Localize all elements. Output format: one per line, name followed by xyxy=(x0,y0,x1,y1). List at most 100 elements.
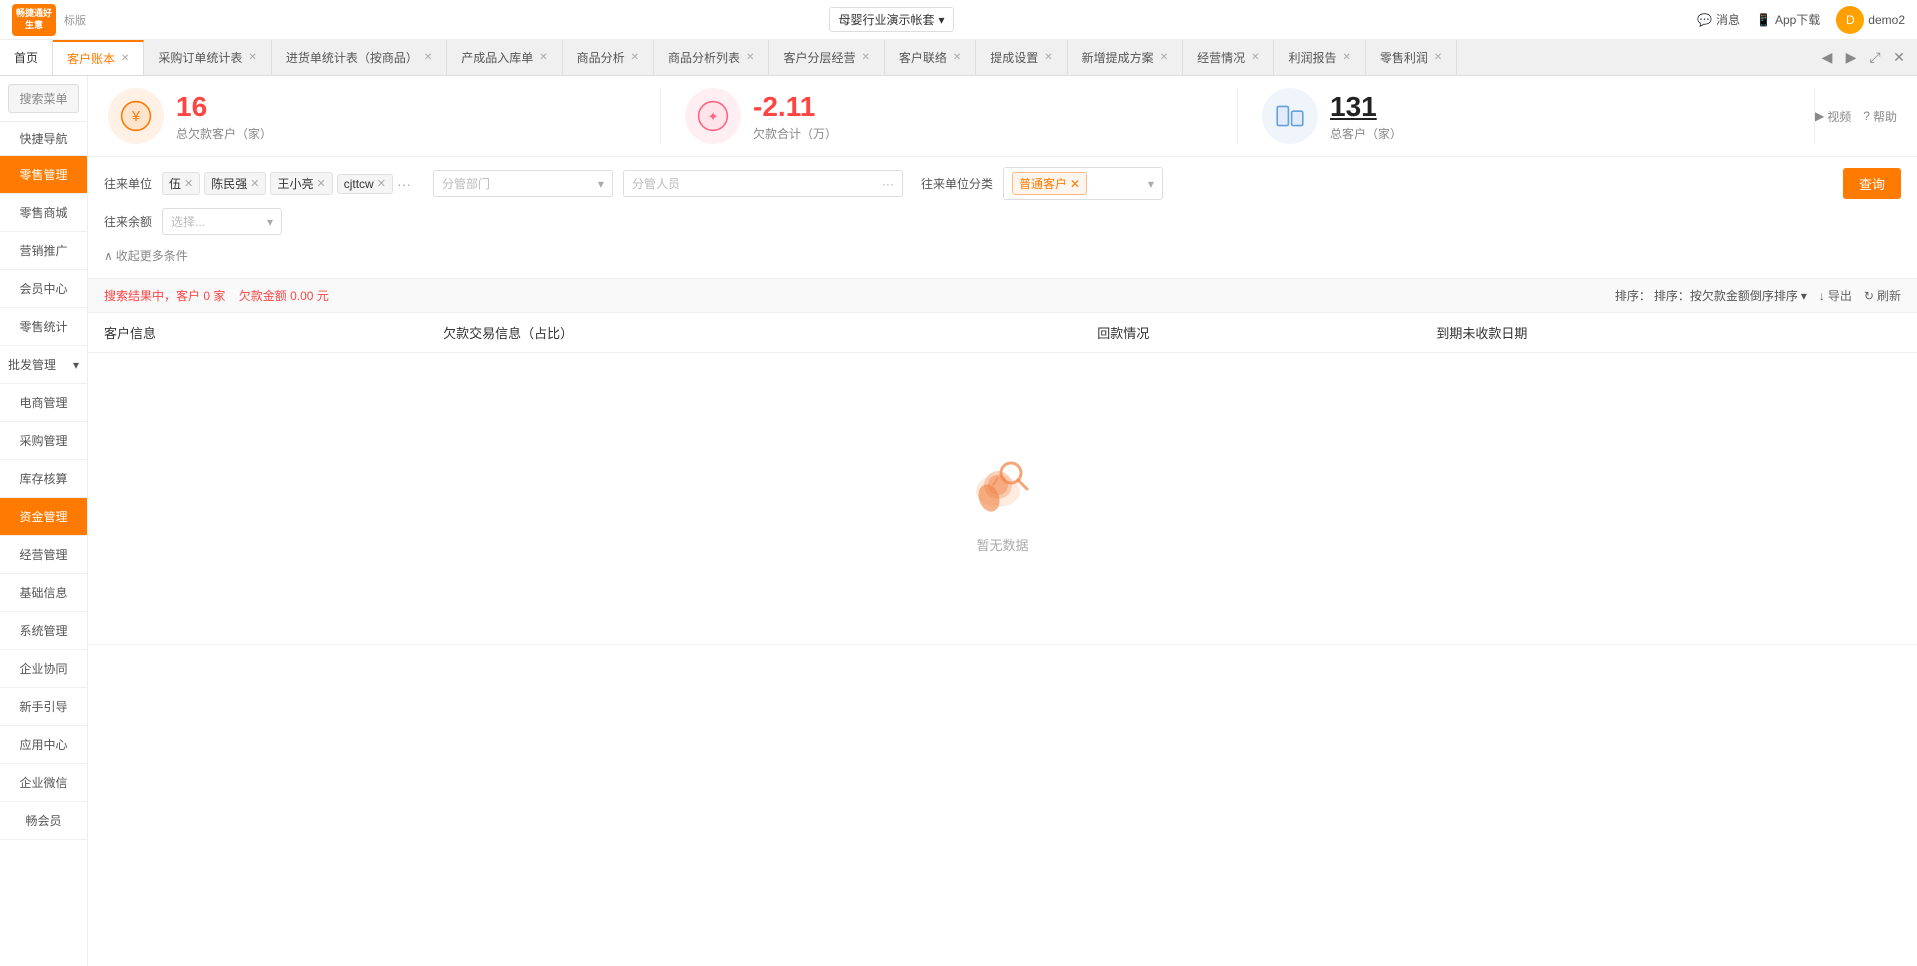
tab-profit-report[interactable]: 利润报告 ✕ xyxy=(1274,40,1365,75)
tag-close-icon[interactable]: ✕ xyxy=(1070,177,1080,191)
sidebar-item-retail-stats[interactable]: 零售统计 xyxy=(0,308,87,346)
sidebar: 搜索菜单 快捷导航 零售管理 零售商城 营销推广 会员中心 零售统计 批发管理 … xyxy=(0,76,88,966)
sidebar-item-newbie[interactable]: 新手引导 xyxy=(0,688,87,726)
empty-row: 暂无数据 xyxy=(88,353,1917,645)
sidebar-item-basic-info[interactable]: 基础信息 xyxy=(0,574,87,612)
debt-total-label: 欠款合计（万） xyxy=(753,125,837,142)
search-menu-btn[interactable]: 搜索菜单 xyxy=(8,84,79,113)
top-header: 畅捷通好生意 标版 母婴行业演示帐套 ▾ 💬 消息 📱 App下载 D demo… xyxy=(0,0,1917,40)
collapse-area: ∧ 收起更多条件 xyxy=(104,243,1901,268)
balance-selector[interactable]: 选择... ▾ xyxy=(162,208,282,235)
collapse-btn[interactable]: ∧ 收起更多条件 xyxy=(104,247,1901,264)
tab-product-analysis[interactable]: 商品分析 ✕ xyxy=(563,40,654,75)
tag-close-icon[interactable]: ✕ xyxy=(184,177,193,190)
close-icon[interactable]: ✕ xyxy=(861,52,869,63)
close-icon[interactable]: ✕ xyxy=(539,52,547,63)
sidebar-item-cooperation[interactable]: 企业协同 xyxy=(0,650,87,688)
sidebar-item-finance[interactable]: 资金管理 xyxy=(0,498,87,536)
results-actions: 排序： 排序：按欠款金额倒序排序 ▾ ↓ 导出 ↻ 刷新 xyxy=(1615,287,1901,304)
close-icon[interactable]: ✕ xyxy=(631,52,639,63)
more-tags-btn[interactable]: ··· xyxy=(397,176,411,192)
tag-close-icon[interactable]: ✕ xyxy=(377,177,386,190)
avatar: D xyxy=(1836,6,1864,34)
messages-btn[interactable]: 💬 消息 xyxy=(1697,11,1740,28)
person-selector[interactable]: 分管人员 ··· xyxy=(623,170,903,197)
nav-tabs: 首页 客户账本 ✕ 采购订单统计表 ✕ 进货单统计表（按商品） ✕ 产成品入库单… xyxy=(0,40,1917,76)
col-repayment: 回款情况 xyxy=(1081,313,1420,353)
total-customers-icon xyxy=(1262,88,1318,144)
logo-area: 畅捷通好生意 标版 xyxy=(12,4,86,36)
filter-tag-wu[interactable]: 伍 ✕ xyxy=(162,172,200,195)
tab-prev-btn[interactable]: ◀ xyxy=(1817,48,1837,68)
close-icon[interactable]: ✕ xyxy=(1434,52,1442,63)
filter-tag-chen[interactable]: 陈民强 ✕ xyxy=(204,172,266,195)
col-customer-info: 客户信息 xyxy=(88,313,427,353)
close-icon[interactable]: ✕ xyxy=(1044,52,1052,63)
tab-customer-tier[interactable]: 客户分层经营 ✕ xyxy=(769,40,884,75)
sidebar-item-wechat[interactable]: 企业微信 xyxy=(0,764,87,802)
tab-fullscreen-btn[interactable]: ⤢ xyxy=(1865,48,1885,68)
unit-type-selector[interactable]: 普通客户 ✕ ▾ xyxy=(1003,167,1163,200)
close-icon[interactable]: ✕ xyxy=(953,52,961,63)
filter-tag-wang[interactable]: 王小亮 ✕ xyxy=(270,172,332,195)
sort-selector[interactable]: 排序： 排序：按欠款金额倒序排序 ▾ xyxy=(1615,287,1807,304)
video-btn[interactable]: ▶ 视频 xyxy=(1815,108,1851,125)
stats-help-area: ▶ 视频 ? 帮助 xyxy=(1815,108,1897,125)
query-button[interactable]: 查询 xyxy=(1843,168,1901,199)
close-icon[interactable]: ✕ xyxy=(1343,52,1351,63)
dept-selector[interactable]: 分管部门 ▾ xyxy=(433,170,613,197)
col-debt-info: 欠款交易信息（占比） xyxy=(427,313,1081,353)
tab-purchase-order[interactable]: 采购订单统计表 ✕ xyxy=(144,40,271,75)
balance-label: 往来余额 xyxy=(104,213,152,230)
tab-close-btn[interactable]: ✕ xyxy=(1889,48,1909,68)
tab-new-commission[interactable]: 新增提成方案 ✕ xyxy=(1068,40,1183,75)
tab-customer-contact[interactable]: 客户联络 ✕ xyxy=(885,40,976,75)
sidebar-item-operations[interactable]: 经营管理 xyxy=(0,536,87,574)
refresh-btn[interactable]: ↻ 刷新 xyxy=(1864,287,1901,304)
sidebar-search-area: 搜索菜单 xyxy=(0,76,87,122)
close-icon[interactable]: ✕ xyxy=(424,52,432,63)
tab-next-btn[interactable]: ▶ xyxy=(1841,48,1861,68)
sidebar-item-member-center[interactable]: 会员中心 xyxy=(0,270,87,308)
tab-home[interactable]: 首页 xyxy=(0,40,53,75)
unit-type-selected-tag: 普通客户 ✕ xyxy=(1012,172,1087,195)
filter-row-1: 往来单位 伍 ✕ 陈民强 ✕ 王小亮 ✕ cjttcw xyxy=(104,167,1901,200)
tab-operations[interactable]: 经营情况 ✕ xyxy=(1183,40,1274,75)
tab-finished-goods[interactable]: 产成品入库单 ✕ xyxy=(447,40,562,75)
data-table: 客户信息 欠款交易信息（占比） 回款情况 到期未收款日期 xyxy=(88,313,1917,645)
filter-area: 往来单位 伍 ✕ 陈民强 ✕ 王小亮 ✕ cjttcw xyxy=(88,157,1917,279)
sidebar-item-inventory[interactable]: 库存核算 xyxy=(0,460,87,498)
tab-product-analysis-list[interactable]: 商品分析列表 ✕ xyxy=(654,40,769,75)
quick-nav-btn[interactable]: 快捷导航 xyxy=(0,122,87,156)
empty-text: 暂无数据 xyxy=(976,535,1028,554)
sidebar-item-system[interactable]: 系统管理 xyxy=(0,612,87,650)
user-menu[interactable]: D demo2 xyxy=(1836,6,1905,34)
sidebar-item-app-center[interactable]: 应用中心 xyxy=(0,726,87,764)
sidebar-item-member[interactable]: 畅会员 xyxy=(0,802,87,840)
chevron-down-icon: ▾ xyxy=(598,177,604,191)
sidebar-item-purchase[interactable]: 采购管理 xyxy=(0,422,87,460)
export-btn[interactable]: ↓ 导出 xyxy=(1819,287,1852,304)
company-selector[interactable]: 母婴行业演示帐套 ▾ xyxy=(829,7,953,32)
tab-commission-setting[interactable]: 提成设置 ✕ xyxy=(976,40,1067,75)
close-icon[interactable]: ✕ xyxy=(1160,52,1168,63)
tab-retail-profit[interactable]: 零售利润 ✕ xyxy=(1366,40,1457,75)
chevron-down-icon: ▾ xyxy=(1801,289,1807,303)
sidebar-item-ecommerce[interactable]: 电商管理 xyxy=(0,384,87,422)
sidebar-item-retail-mgmt[interactable]: 零售管理 xyxy=(0,156,87,194)
app-download-btn[interactable]: 📱 App下载 xyxy=(1756,11,1820,28)
close-icon[interactable]: ✕ xyxy=(746,52,754,63)
close-icon[interactable]: ✕ xyxy=(1251,52,1259,63)
help-btn[interactable]: ? 帮助 xyxy=(1863,108,1897,125)
sidebar-item-wholesale[interactable]: 批发管理 ▾ xyxy=(0,346,87,384)
close-icon[interactable]: ✕ xyxy=(121,53,129,64)
tag-close-icon[interactable]: ✕ xyxy=(317,177,326,190)
sidebar-item-marketing[interactable]: 营销推广 xyxy=(0,232,87,270)
main-layout: 搜索菜单 快捷导航 零售管理 零售商城 营销推广 会员中心 零售统计 批发管理 … xyxy=(0,76,1917,966)
close-icon[interactable]: ✕ xyxy=(248,52,256,63)
tag-close-icon[interactable]: ✕ xyxy=(250,177,259,190)
tab-customer-account[interactable]: 客户账本 ✕ xyxy=(53,40,144,75)
tab-inbound-stats[interactable]: 进货单统计表（按商品） ✕ xyxy=(272,40,447,75)
sidebar-item-retail-mall[interactable]: 零售商城 xyxy=(0,194,87,232)
filter-tag-cjttcw[interactable]: cjttcw ✕ xyxy=(337,174,393,194)
